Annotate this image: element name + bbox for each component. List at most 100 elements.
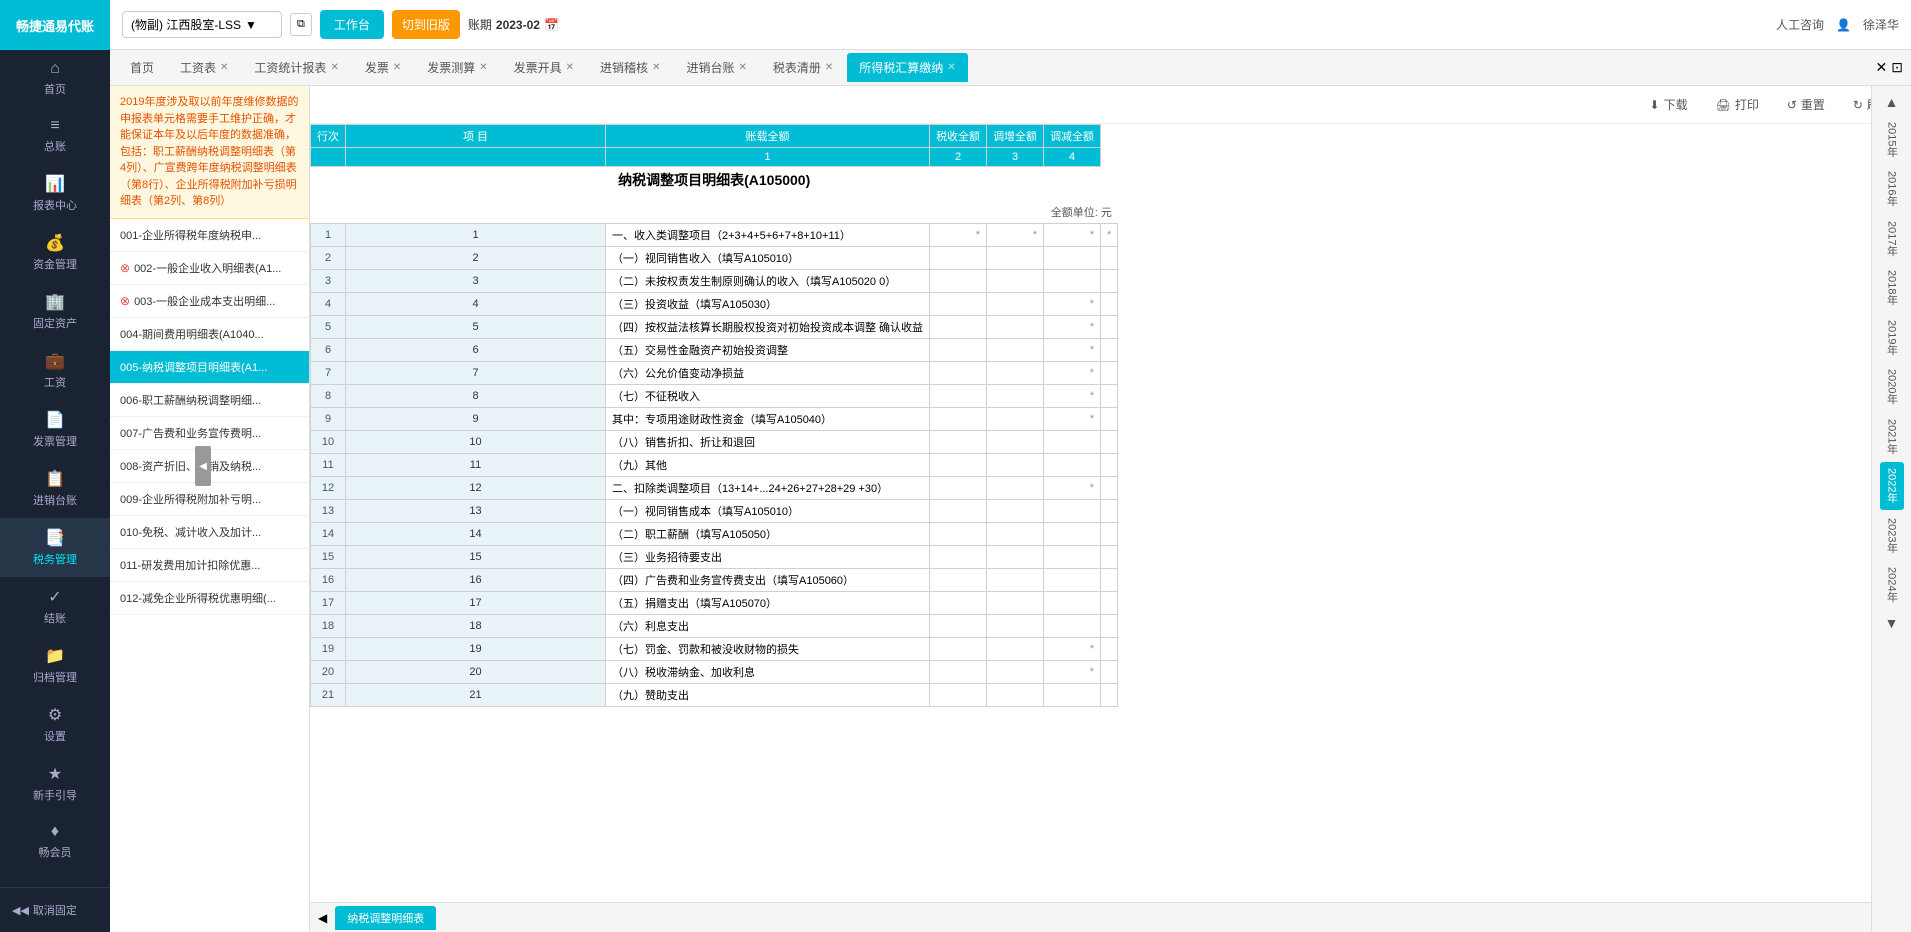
- year-item-2015年[interactable]: 2015年: [1880, 116, 1904, 163]
- sidebar-item-assets[interactable]: 💰资金管理: [0, 223, 110, 282]
- data-cell-4[interactable]: [1101, 316, 1118, 339]
- data-cell-3[interactable]: *: [1044, 385, 1101, 408]
- data-cell-3[interactable]: *: [1044, 638, 1101, 661]
- data-cell-4[interactable]: [1101, 362, 1118, 385]
- data-cell-4[interactable]: [1101, 661, 1118, 684]
- data-cell-2[interactable]: [987, 615, 1044, 638]
- reset-button[interactable]: ↺ 重置: [1779, 92, 1833, 117]
- sidebar-item-settings[interactable]: ⚙设置: [0, 695, 110, 754]
- data-cell-1[interactable]: [930, 638, 987, 661]
- data-cell-2[interactable]: [987, 339, 1044, 362]
- data-cell-3[interactable]: [1044, 454, 1101, 477]
- sheet-tab-main[interactable]: 纳税调整明细表: [335, 906, 436, 930]
- data-cell-1[interactable]: [930, 477, 987, 500]
- menu-item-009[interactable]: 009-企业所得税附加补亏明...: [110, 483, 309, 516]
- calendar-icon[interactable]: 📅: [544, 18, 559, 32]
- old-version-button[interactable]: 切到旧版: [392, 10, 460, 39]
- data-cell-2[interactable]: *: [987, 224, 1044, 247]
- nav-tab-发票开具[interactable]: 发票开具✕: [502, 53, 586, 82]
- nav-tab-税表清册[interactable]: 税表清册✕: [761, 53, 845, 82]
- year-item-2017年[interactable]: 2017年: [1880, 215, 1904, 262]
- data-cell-2[interactable]: [987, 684, 1044, 707]
- menu-item-002[interactable]: ⊗002-一般企业收入明细表(A1...: [110, 252, 309, 285]
- nav-tab-工资统计报表[interactable]: 工资统计报表✕: [242, 53, 350, 82]
- tab-close-icon[interactable]: ✕: [566, 62, 574, 73]
- data-cell-4[interactable]: [1101, 431, 1118, 454]
- tab-close-icon[interactable]: ✕: [330, 62, 338, 73]
- data-cell-1[interactable]: [930, 523, 987, 546]
- sidebar-item-purchase[interactable]: 📋进销台账: [0, 459, 110, 518]
- year-item-2018年[interactable]: 2018年: [1880, 264, 1904, 311]
- sidebar-item-member[interactable]: ♦畅会员: [0, 813, 110, 870]
- data-cell-1[interactable]: [930, 385, 987, 408]
- data-cell-2[interactable]: [987, 500, 1044, 523]
- copy-icon[interactable]: ⧉: [290, 13, 312, 36]
- data-cell-2[interactable]: [987, 661, 1044, 684]
- data-cell-1[interactable]: [930, 270, 987, 293]
- data-cell-3[interactable]: [1044, 684, 1101, 707]
- nav-tab-进销稽核[interactable]: 进销稽核✕: [588, 53, 672, 82]
- data-cell-2[interactable]: [987, 454, 1044, 477]
- data-cell-2[interactable]: [987, 523, 1044, 546]
- tab-close-icon[interactable]: ✕: [652, 62, 660, 73]
- data-cell-4[interactable]: [1101, 569, 1118, 592]
- scroll-left-icon[interactable]: ◀: [318, 911, 327, 925]
- year-item-2019年[interactable]: 2019年: [1880, 314, 1904, 361]
- data-cell-1[interactable]: [930, 684, 987, 707]
- data-cell-3[interactable]: [1044, 500, 1101, 523]
- sidebar-item-ledger[interactable]: ≡总账: [0, 107, 110, 164]
- nav-tab-进销台账[interactable]: 进销台账✕: [674, 53, 758, 82]
- unpin-button[interactable]: ◀◀ 取消固定: [8, 896, 102, 924]
- download-button[interactable]: ⬇ 下载: [1642, 92, 1696, 117]
- menu-item-004[interactable]: 004-期间费用明细表(A1040...: [110, 318, 309, 351]
- menu-item-012[interactable]: 012-减免企业所得税优惠明细(...: [110, 582, 309, 615]
- year-item-2020年[interactable]: 2020年: [1880, 363, 1904, 410]
- data-cell-3[interactable]: [1044, 569, 1101, 592]
- data-cell-3[interactable]: [1044, 615, 1101, 638]
- data-cell-4[interactable]: [1101, 385, 1118, 408]
- data-cell-4[interactable]: [1101, 293, 1118, 316]
- sidebar-item-home[interactable]: ⌂首页: [0, 50, 110, 107]
- data-cell-4[interactable]: [1101, 546, 1118, 569]
- data-cell-3[interactable]: *: [1044, 477, 1101, 500]
- data-cell-1[interactable]: [930, 247, 987, 270]
- data-cell-2[interactable]: [987, 638, 1044, 661]
- menu-item-003[interactable]: ⊗003-一般企业成本支出明细...: [110, 285, 309, 318]
- data-cell-4[interactable]: [1101, 477, 1118, 500]
- data-cell-4[interactable]: *: [1101, 224, 1118, 247]
- tab-close-icon[interactable]: ✕: [479, 62, 487, 73]
- year-item-2016年[interactable]: 2016年: [1880, 165, 1904, 212]
- data-cell-3[interactable]: [1044, 546, 1101, 569]
- menu-item-010[interactable]: 010-免税、减计收入及加计...: [110, 516, 309, 549]
- data-cell-2[interactable]: [987, 569, 1044, 592]
- year-scroll-down[interactable]: ▼: [1881, 611, 1903, 635]
- data-cell-4[interactable]: [1101, 684, 1118, 707]
- sidebar-item-fixed[interactable]: 🏢固定资产: [0, 282, 110, 341]
- year-scroll-up[interactable]: ▲: [1881, 90, 1903, 114]
- sidebar-item-payroll[interactable]: 💼工资: [0, 341, 110, 400]
- data-cell-2[interactable]: [987, 546, 1044, 569]
- spreadsheet-area[interactable]: 纳税调整项目明细表(A105000)全额单位: 元行次项 目账载全额税收全额调增…: [310, 124, 1871, 902]
- menu-item-006[interactable]: 006-职工薪酬纳税调整明细...: [110, 384, 309, 417]
- year-item-2023年[interactable]: 2023年: [1880, 512, 1904, 559]
- maximize-icon[interactable]: ⊡: [1891, 59, 1903, 76]
- nav-tab-首页[interactable]: 首页: [118, 53, 166, 82]
- close-icon[interactable]: ✕: [1876, 59, 1888, 76]
- data-cell-4[interactable]: [1101, 339, 1118, 362]
- nav-tab-所得税汇算缴纳[interactable]: 所得税汇算缴纳✕: [847, 53, 967, 82]
- data-cell-3[interactable]: *: [1044, 408, 1101, 431]
- data-cell-3[interactable]: [1044, 592, 1101, 615]
- data-cell-4[interactable]: [1101, 408, 1118, 431]
- menu-item-005[interactable]: 005-纳税调整项目明细表(A1...: [110, 351, 309, 384]
- data-cell-4[interactable]: [1101, 615, 1118, 638]
- collapse-panel-button[interactable]: ◀: [195, 446, 211, 486]
- sidebar-item-report[interactable]: 📊报表中心: [0, 164, 110, 223]
- data-cell-2[interactable]: [987, 385, 1044, 408]
- data-cell-1[interactable]: [930, 339, 987, 362]
- data-cell-1[interactable]: *: [930, 224, 987, 247]
- data-cell-4[interactable]: [1101, 523, 1118, 546]
- print-button[interactable]: 🖨 打印: [1708, 92, 1767, 117]
- data-cell-1[interactable]: [930, 546, 987, 569]
- nav-tab-工资表[interactable]: 工资表✕: [168, 53, 240, 82]
- data-cell-1[interactable]: [930, 569, 987, 592]
